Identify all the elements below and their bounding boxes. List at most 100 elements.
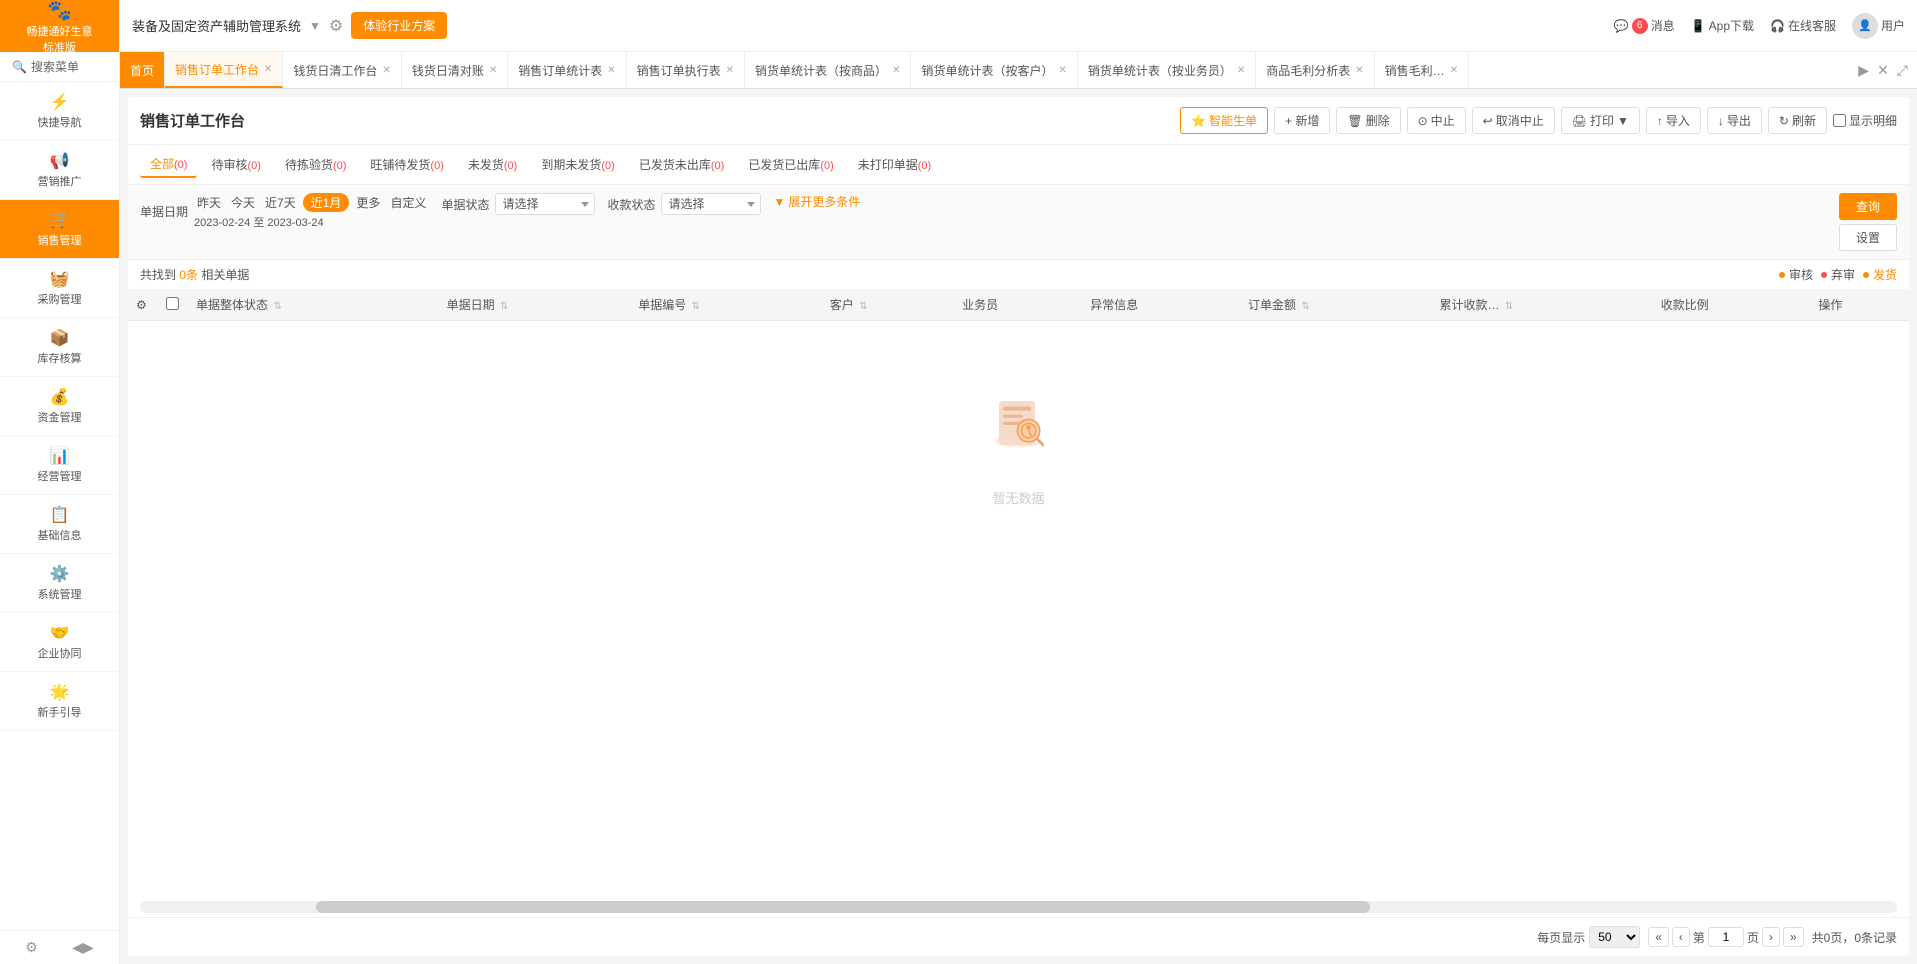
th-order-amount[interactable]: 订单金额 ⇅ [1240, 289, 1432, 321]
tab-close-cash-clearing[interactable]: ✕ [382, 65, 390, 76]
sub-tab-unprinted[interactable]: 未打印单据(0) [848, 152, 941, 177]
select-all-checkbox[interactable] [166, 297, 179, 310]
expand-filter-btn[interactable]: ▼ 展开更多条件 [773, 193, 860, 210]
tab-close-sales-staff[interactable]: ✕ [1237, 65, 1245, 76]
horizontal-scrollbar[interactable] [140, 901, 1897, 913]
user-menu[interactable]: 👤 用户 [1852, 13, 1905, 39]
sidebar-item-promo[interactable]: 📢 营销推广 [0, 141, 119, 200]
th-customer[interactable]: 客户 ⇅ [822, 289, 954, 321]
show-detail-checkbox[interactable] [1833, 114, 1846, 127]
sidebar-search[interactable]: 🔍 搜索菜单 [0, 52, 119, 82]
sidebar-item-guide[interactable]: 🌟 新手引导 [0, 672, 119, 731]
tab-more-btn[interactable]: ▶ [1855, 62, 1872, 79]
tab-close-cash-reconcile[interactable]: ✕ [489, 65, 497, 76]
sidebar-item-sales[interactable]: 🛒 销售管理 [0, 200, 119, 259]
next-page-btn[interactable]: › [1762, 927, 1780, 947]
sub-tab-pending-review[interactable]: 待审核(0) [201, 152, 270, 177]
user-label: 用户 [1881, 17, 1905, 34]
sidebar-item-finance[interactable]: 💰 资金管理 [0, 377, 119, 436]
tab-cash-clearing[interactable]: 钱货日清工作台 ✕ [283, 52, 401, 88]
date-opt-custom[interactable]: 自定义 [387, 193, 429, 212]
cancel-review-btn[interactable]: 弃审 [1821, 266, 1855, 283]
th-bill-date[interactable]: 单据日期 ⇅ [439, 289, 631, 321]
cancel-stop-icon: ↩ [1483, 114, 1493, 128]
sub-tab-shipped-not-out[interactable]: 已发货未出库(0) [629, 152, 734, 177]
scrollbar-thumb[interactable] [316, 901, 1370, 913]
prev-page-btn[interactable]: ‹ [1672, 927, 1690, 947]
ship-btn[interactable]: 发货 [1863, 266, 1897, 283]
topbar-settings-icon[interactable]: ⚙ [329, 16, 343, 36]
cancel-stop-btn[interactable]: ↩ 取消中止 [1472, 107, 1555, 134]
app-download-btn[interactable]: 📱 App下载 [1691, 17, 1754, 34]
smart-create-btn[interactable]: ⭐ 智能生单 [1180, 107, 1268, 134]
stop-btn[interactable]: ⊙ 中止 [1407, 107, 1466, 134]
show-detail-toggle[interactable]: 显示明细 [1833, 112, 1897, 129]
per-page-select[interactable]: 10 20 50 100 [1589, 926, 1640, 948]
sidebar-item-operations[interactable]: 📊 经营管理 [0, 436, 119, 495]
import-btn[interactable]: ↑ 导入 [1646, 107, 1701, 134]
th-total-payment[interactable]: 累计收款… ⇅ [1432, 289, 1653, 321]
sidebar-item-inventory[interactable]: 📦 库存核算 [0, 318, 119, 377]
tab-home[interactable]: 首页 [120, 52, 165, 88]
print-btn[interactable]: 🖨 打印 ▼ [1561, 107, 1640, 134]
query-btn[interactable]: 查询 [1839, 193, 1897, 220]
tab-restore-btn[interactable]: ⤢ [1894, 62, 1911, 79]
tab-sales-margin[interactable]: 销售毛利… ✕ [1375, 52, 1469, 88]
tab-sales-customer-stats[interactable]: 销货单统计表（按客户） ✕ [911, 52, 1077, 88]
topbar-dropdown-icon[interactable]: ▼ [309, 19, 321, 33]
filter-payment-select[interactable]: 请选择 [661, 193, 761, 215]
th-checkbox[interactable] [158, 289, 188, 321]
tab-close-sales-workbench[interactable]: ✕ [264, 64, 272, 75]
sub-tab-unshipped[interactable]: 未发货(0) [458, 152, 527, 177]
date-opt-more[interactable]: 更多 [353, 193, 383, 212]
export-btn[interactable]: ↓ 导出 [1707, 107, 1762, 134]
th-bill-status[interactable]: 单据整体状态 ⇅ [188, 289, 439, 321]
sidebar-item-basics[interactable]: 📋 基础信息 [0, 495, 119, 554]
tab-close-sales-stats[interactable]: ✕ [607, 65, 615, 76]
sidebar-label-promo: 营销推广 [38, 173, 82, 189]
sidebar-item-system[interactable]: ⚙️ 系统管理 [0, 554, 119, 613]
tab-sales-product-stats[interactable]: 销货单统计表（按商品） ✕ [745, 52, 911, 88]
sub-tab-pending-check[interactable]: 待拣验货(0) [275, 152, 356, 177]
delete-btn[interactable]: 🗑 删除 [1336, 107, 1400, 134]
tab-close-margin[interactable]: ✕ [1355, 65, 1363, 76]
page-input[interactable] [1708, 927, 1744, 947]
tab-close-sales-exec[interactable]: ✕ [726, 65, 734, 76]
sub-tab-overdue-unshipped[interactable]: 到期未发货(0) [531, 152, 624, 177]
sidebar-item-quicknav[interactable]: ⚡ 快捷导航 [0, 82, 119, 141]
trial-btn[interactable]: 体验行业方案 [351, 12, 447, 39]
message-btn[interactable]: 💬 6 消息 [1614, 17, 1675, 34]
sidebar-item-coop[interactable]: 🤝 企业协同 [0, 613, 119, 672]
online-service-btn[interactable]: 🎧 在线客服 [1770, 17, 1836, 34]
last-page-btn[interactable]: » [1783, 927, 1804, 947]
tab-margin-analysis[interactable]: 商品毛利分析表 ✕ [1256, 52, 1374, 88]
sub-tab-shipped-out[interactable]: 已发货已出库(0) [738, 152, 843, 177]
date-opt-7days[interactable]: 近7天 [262, 193, 299, 212]
filter-date: 单据日期 昨天 今天 近7天 近1月 更多 自定义 2023-02-24 至 2… [140, 193, 429, 230]
sub-tab-shop-pending-ship[interactable]: 旺铺待发货(0) [360, 152, 453, 177]
tab-cash-reconcile[interactable]: 钱货日清对账 ✕ [402, 52, 508, 88]
tab-sales-stats[interactable]: 销售订单统计表 ✕ [508, 52, 626, 88]
date-opt-yesterday[interactable]: 昨天 [194, 193, 224, 212]
tab-close-sales-customer[interactable]: ✕ [1058, 65, 1066, 76]
sub-tab-all[interactable]: 全部(0) [140, 151, 197, 178]
set-btn[interactable]: 设置 [1839, 224, 1897, 251]
th-settings[interactable]: ⚙ [128, 289, 158, 321]
refresh-btn[interactable]: ↻ 刷新 [1768, 107, 1827, 134]
tab-sales-workbench[interactable]: 销售订单工作台 ✕ [165, 52, 283, 88]
date-opt-today[interactable]: 今天 [228, 193, 258, 212]
tab-close-all-btn[interactable]: ✕ [1874, 62, 1892, 79]
sidebar-settings-btn[interactable]: ⚙ [25, 939, 38, 956]
review-btn[interactable]: 审核 [1779, 266, 1813, 283]
first-page-btn[interactable]: « [1648, 927, 1669, 947]
sidebar-collapse-btn[interactable]: ◀▶ [72, 939, 94, 956]
filter-status-select[interactable]: 请选择 [495, 193, 595, 215]
sidebar-item-purchase[interactable]: 🧺 采购管理 [0, 259, 119, 318]
th-bill-number[interactable]: 单据编号 ⇅ [630, 289, 822, 321]
tab-sales-staff-stats[interactable]: 销货单统计表（按业务员） ✕ [1078, 52, 1256, 88]
tab-close-sales-product[interactable]: ✕ [892, 65, 900, 76]
add-btn[interactable]: + 新增 [1274, 107, 1330, 134]
tab-close-sales-margin[interactable]: ✕ [1450, 65, 1458, 76]
date-opt-1month[interactable]: 近1月 [303, 193, 350, 212]
tab-sales-exec[interactable]: 销售订单执行表 ✕ [627, 52, 745, 88]
